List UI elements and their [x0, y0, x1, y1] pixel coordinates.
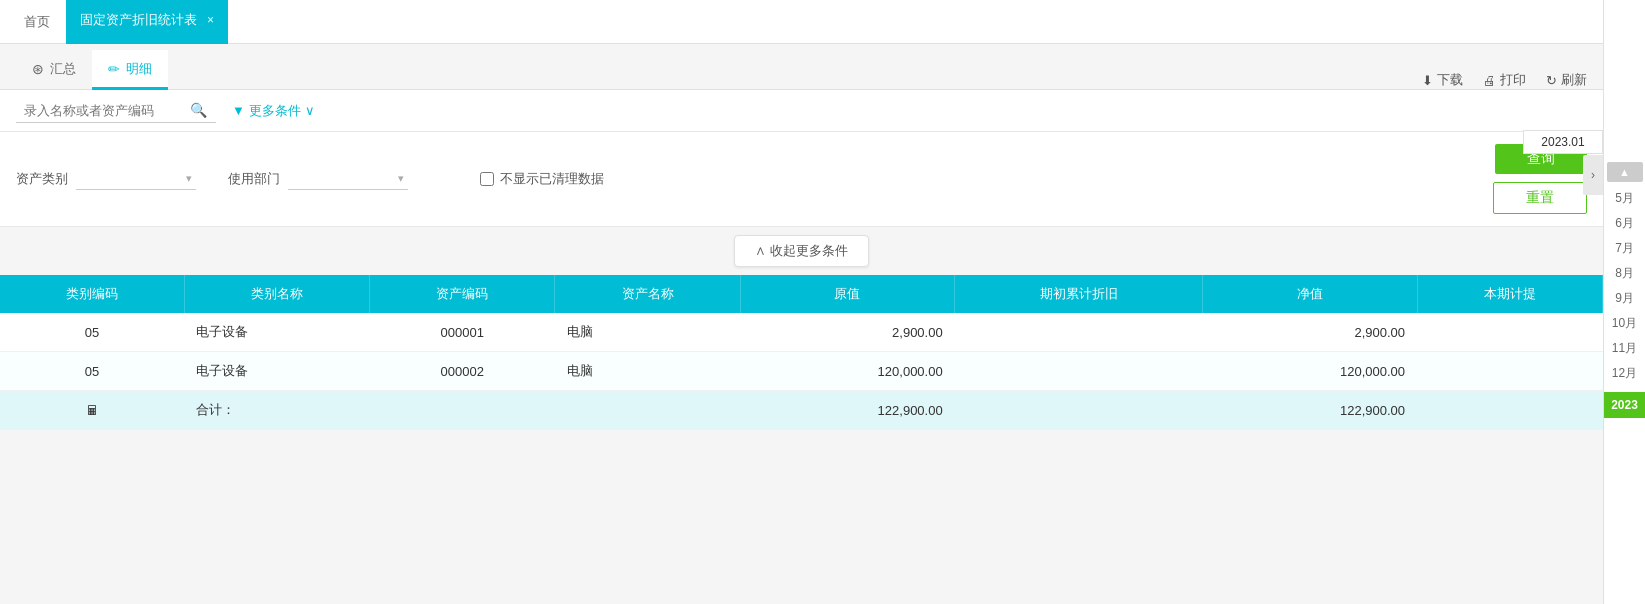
print-button[interactable]: 🖨 打印 — [1483, 71, 1526, 89]
detail-tab-label: 明细 — [126, 60, 152, 78]
col-header-acc-depreciation: 期初累计折旧 — [955, 275, 1203, 313]
cell-current-period — [1417, 313, 1602, 352]
cell-original-value: 120,000.00 — [740, 352, 954, 391]
asset-category-label: 资产类别 — [16, 170, 68, 188]
chevron-down-icon: ∨ — [305, 103, 315, 118]
table-total-row: 🖩 合计： 122,900.00 122,900.00 — [0, 391, 1603, 430]
search-input[interactable] — [24, 103, 184, 118]
col-header-asset-name: 资产名称 — [555, 275, 740, 313]
total-label: 合计： — [184, 391, 740, 430]
scroll-up-button[interactable]: ▲ — [1607, 162, 1643, 182]
cell-asset-name: 电脑 — [555, 352, 740, 391]
filter-buttons: 查询 重置 — [1493, 144, 1587, 214]
table-row: 05 电子设备 000001 电脑 2,900.00 2,900.00 — [0, 313, 1603, 352]
refresh-label: 刷新 — [1561, 71, 1587, 89]
asset-category-arrow-icon: ▾ — [186, 172, 192, 185]
search-toolbar: 🔍 ▼ 更多条件 ∨ — [0, 90, 1603, 132]
month-item[interactable]: 7月 — [1610, 236, 1639, 261]
home-nav-item[interactable]: 首页 — [16, 13, 58, 31]
department-filter: 使用部门 ▾ — [228, 168, 408, 190]
download-label: 下载 — [1437, 71, 1463, 89]
total-original-value: 122,900.00 — [740, 391, 954, 430]
col-header-category-name: 类别名称 — [184, 275, 369, 313]
date-display: 2023.01 — [1523, 130, 1603, 154]
cell-category-name: 电子设备 — [184, 352, 369, 391]
cell-current-period — [1417, 352, 1602, 391]
col-header-asset-code: 资产编码 — [370, 275, 555, 313]
cell-acc-depreciation — [955, 352, 1203, 391]
nav-expand-arrow[interactable]: › — [1583, 155, 1603, 195]
table-row: 05 电子设备 000002 电脑 120,000.00 120,000.00 — [0, 352, 1603, 391]
asset-category-select[interactable]: ▾ — [76, 168, 196, 190]
total-acc-depreciation — [955, 391, 1203, 430]
tab-close-icon[interactable]: × — [207, 13, 214, 27]
year-badge[interactable]: 2023 — [1604, 392, 1645, 418]
refresh-button[interactable]: ↻ 刷新 — [1546, 71, 1587, 89]
data-table-container: 类别编码 类别名称 资产编码 资产名称 原值 期初累计折旧 净值 本期计提 05… — [0, 275, 1603, 430]
tab-detail[interactable]: ✏ 明细 — [92, 50, 168, 90]
tab-summary[interactable]: ⊛ 汇总 — [16, 50, 92, 90]
download-button[interactable]: ⬇ 下载 — [1422, 71, 1463, 89]
calculator-icon: 🖩 — [86, 403, 99, 418]
col-header-net-value: 净值 — [1203, 275, 1417, 313]
department-label: 使用部门 — [228, 170, 280, 188]
tab-title: 固定资产折旧统计表 — [80, 11, 197, 29]
col-header-original-value: 原值 — [740, 275, 954, 313]
cell-asset-code: 000001 — [370, 313, 555, 352]
cell-category-code: 05 — [0, 313, 184, 352]
summary-tab-icon: ⊛ — [32, 61, 44, 77]
total-net-value: 122,900.00 — [1203, 391, 1417, 430]
detail-tab-icon: ✏ — [108, 61, 120, 77]
collapse-row: ∧ 收起更多条件 — [0, 227, 1603, 275]
month-item[interactable]: 8月 — [1610, 261, 1639, 286]
more-conditions-button[interactable]: ▼ 更多条件 ∨ — [232, 102, 315, 120]
search-icon: 🔍 — [190, 102, 207, 118]
cell-acc-depreciation — [955, 313, 1203, 352]
sub-tab-bar: ⊛ 汇总 ✏ 明细 ⬇ 下载 🖨 打印 ↻ 刷新 — [0, 44, 1603, 90]
cell-original-value: 2,900.00 — [740, 313, 954, 352]
data-table: 类别编码 类别名称 资产编码 资产名称 原值 期初累计折旧 净值 本期计提 05… — [0, 275, 1603, 430]
refresh-icon: ↻ — [1546, 73, 1557, 88]
filter-icon: ▼ — [232, 103, 245, 118]
month-item[interactable]: 6月 — [1610, 211, 1639, 236]
right-date-sidebar: ▲ 5月6月7月8月9月10月11月12月 2023 — [1603, 0, 1645, 604]
month-item[interactable]: 5月 — [1610, 186, 1639, 211]
search-box: 🔍 — [16, 98, 216, 123]
collapse-button[interactable]: ∧ 收起更多条件 — [734, 235, 869, 267]
print-icon: 🖨 — [1483, 73, 1496, 88]
month-item[interactable]: 11月 — [1610, 336, 1639, 361]
department-arrow-icon: ▾ — [398, 172, 404, 185]
total-icon-cell: 🖩 — [0, 391, 184, 430]
cell-net-value: 2,900.00 — [1203, 313, 1417, 352]
month-item[interactable]: 10月 — [1610, 311, 1639, 336]
toolbar-actions: ⬇ 下载 🖨 打印 ↻ 刷新 — [1422, 71, 1587, 89]
col-header-category-code: 类别编码 — [0, 275, 184, 313]
hide-cleared-label: 不显示已清理数据 — [500, 170, 604, 188]
month-item[interactable]: 12月 — [1610, 361, 1639, 386]
active-tab[interactable]: 固定资产折旧统计表 × — [66, 0, 228, 44]
cell-net-value: 120,000.00 — [1203, 352, 1417, 391]
reset-button[interactable]: 重置 — [1493, 182, 1587, 214]
cell-asset-name: 电脑 — [555, 313, 740, 352]
hide-cleared-filter: 不显示已清理数据 — [480, 170, 604, 188]
department-select[interactable]: ▾ — [288, 168, 408, 190]
month-item[interactable]: 9月 — [1610, 286, 1639, 311]
print-label: 打印 — [1500, 71, 1526, 89]
more-conditions-label: 更多条件 — [249, 102, 301, 120]
cell-category-name: 电子设备 — [184, 313, 369, 352]
download-icon: ⬇ — [1422, 73, 1433, 88]
cell-asset-code: 000002 — [370, 352, 555, 391]
total-current-period — [1417, 391, 1602, 430]
cell-category-code: 05 — [0, 352, 184, 391]
summary-tab-label: 汇总 — [50, 60, 76, 78]
table-header-row: 类别编码 类别名称 资产编码 资产名称 原值 期初累计折旧 净值 本期计提 — [0, 275, 1603, 313]
hide-cleared-checkbox[interactable] — [480, 172, 494, 186]
col-header-current-period: 本期计提 — [1417, 275, 1602, 313]
asset-category-filter: 资产类别 ▾ — [16, 168, 196, 190]
filter-area: 资产类别 ▾ 使用部门 ▾ 不显示已清理数据 — [0, 132, 1603, 227]
